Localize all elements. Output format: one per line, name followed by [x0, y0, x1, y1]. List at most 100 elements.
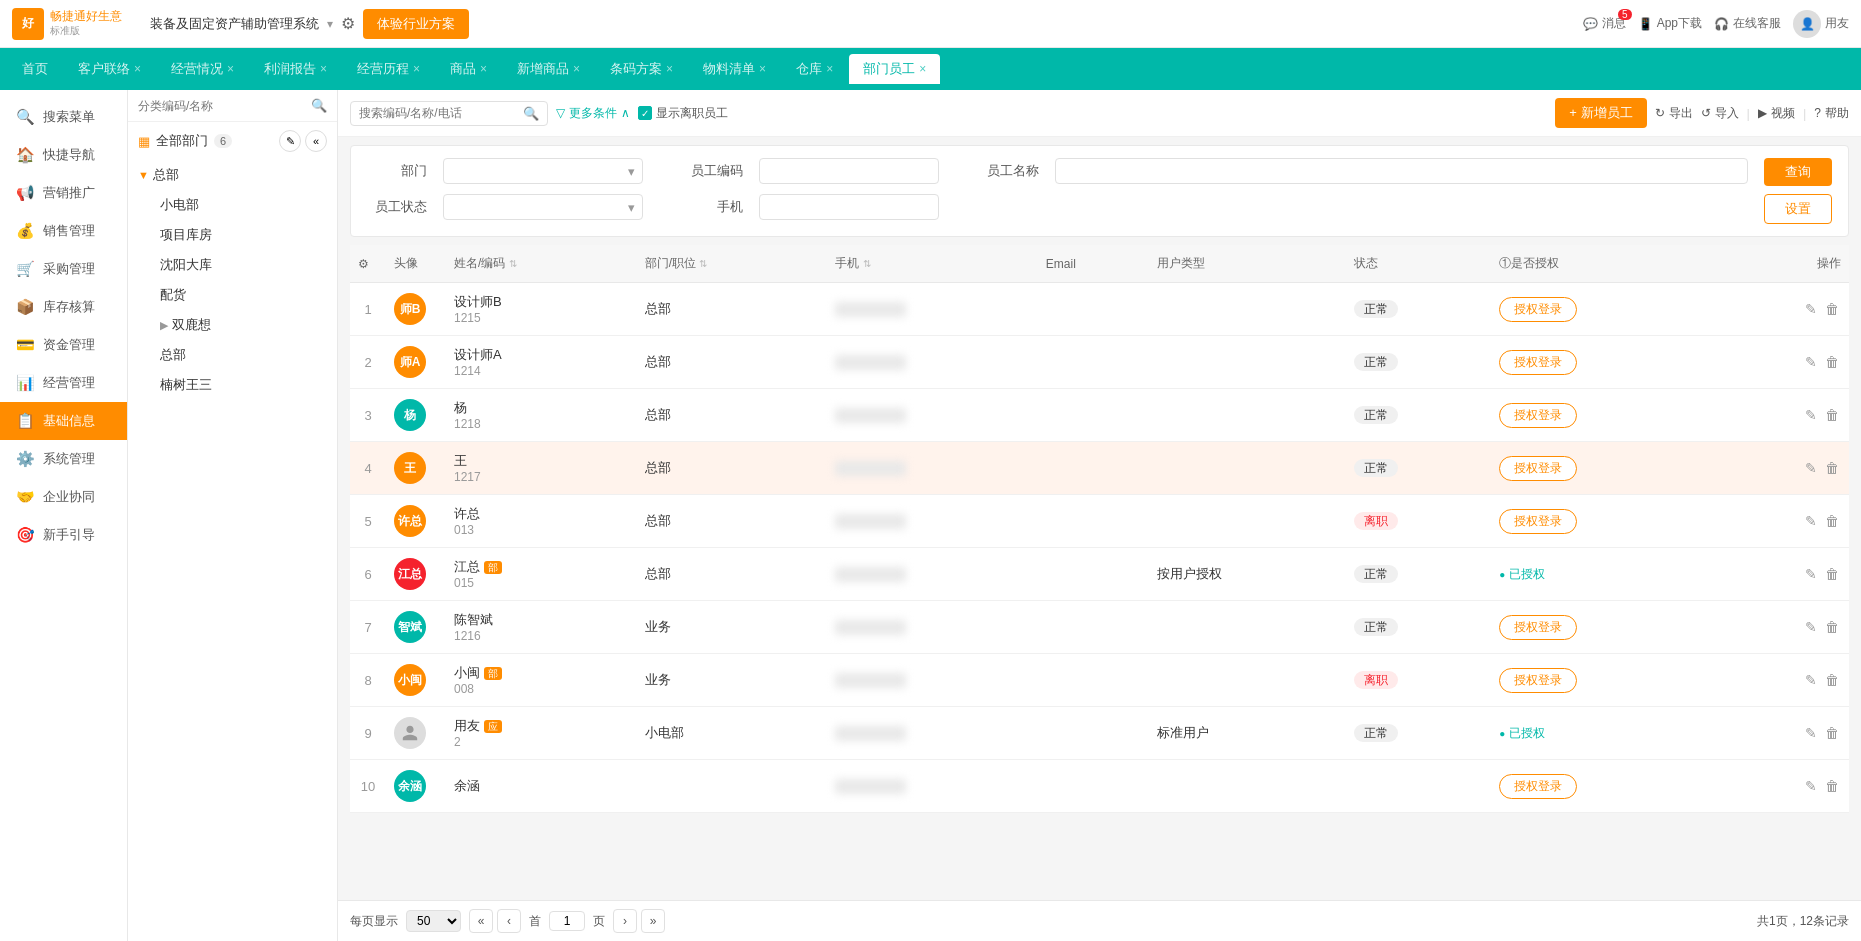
tab-barcode[interactable]: 条码方案×	[596, 54, 687, 84]
dept-item-zongbu[interactable]: 总部	[128, 340, 337, 370]
trial-button[interactable]: 体验行业方案	[363, 9, 469, 39]
close-icon[interactable]: ×	[320, 62, 327, 76]
sidebar-item-marketing[interactable]: 📢 营销推广	[0, 174, 127, 212]
page-number-input[interactable]	[549, 911, 585, 931]
tab-employees[interactable]: 部门员工×	[849, 54, 940, 84]
settings-icon[interactable]: ⚙	[358, 257, 369, 271]
employee-search-input[interactable]	[359, 106, 519, 120]
tab-home[interactable]: 首页	[8, 54, 62, 84]
th-phone[interactable]: 手机 ⇅	[827, 245, 1038, 283]
delete-btn[interactable]: 🗑	[1823, 564, 1841, 584]
delete-btn[interactable]: 🗑	[1823, 776, 1841, 796]
emp-name-input[interactable]	[1055, 158, 1748, 184]
dept-edit-btn[interactable]: ✎	[279, 130, 301, 152]
dept-item-nanshu[interactable]: 楠树王三	[128, 370, 337, 400]
tab-profit[interactable]: 利润报告×	[250, 54, 341, 84]
sidebar-item-purchase[interactable]: 🛒 采购管理	[0, 250, 127, 288]
delete-btn[interactable]: 🗑	[1823, 617, 1841, 637]
more-filters-btn[interactable]: ▽ 更多条件 ∧	[556, 105, 630, 122]
sidebar-item-sales[interactable]: 💰 销售管理	[0, 212, 127, 250]
edit-btn[interactable]: ✎	[1803, 511, 1819, 531]
edit-btn[interactable]: ✎	[1803, 405, 1819, 425]
dept-item-distribution[interactable]: 配货	[128, 280, 337, 310]
auth-btn[interactable]: 授权登录	[1499, 615, 1577, 640]
close-icon[interactable]: ×	[759, 62, 766, 76]
all-depts-label[interactable]: 全部部门	[156, 132, 208, 150]
edit-btn[interactable]: ✎	[1803, 458, 1819, 478]
auth-btn[interactable]: 授权登录	[1499, 509, 1577, 534]
tab-bom[interactable]: 物料清单×	[689, 54, 780, 84]
app-download-button[interactable]: 📱 App下载	[1638, 15, 1702, 32]
edit-btn[interactable]: ✎	[1803, 352, 1819, 372]
sidebar-item-system[interactable]: ⚙️ 系统管理	[0, 440, 127, 478]
sidebar-item-nav[interactable]: 🏠 快捷导航	[0, 136, 127, 174]
setup-button[interactable]: 设置	[1764, 194, 1832, 224]
delete-btn[interactable]: 🗑	[1823, 511, 1841, 531]
sidebar-item-collab[interactable]: 🤝 企业协同	[0, 478, 127, 516]
help-btn[interactable]: ? 帮助	[1814, 105, 1849, 122]
system-dropdown-icon[interactable]: ▾	[327, 17, 333, 31]
close-icon[interactable]: ×	[919, 62, 926, 76]
dept-item-shenyang[interactable]: 沈阳大库	[128, 250, 337, 280]
close-icon[interactable]: ×	[666, 62, 673, 76]
close-icon[interactable]: ×	[134, 62, 141, 76]
emp-status-select[interactable]	[443, 194, 643, 220]
delete-btn[interactable]: 🗑	[1823, 405, 1841, 425]
export-btn[interactable]: ↻ 导出	[1655, 105, 1693, 122]
sidebar-item-search[interactable]: 🔍 搜索菜单	[0, 98, 127, 136]
user-menu[interactable]: 👤 用友	[1793, 10, 1849, 38]
delete-btn[interactable]: 🗑	[1823, 670, 1841, 690]
edit-btn[interactable]: ✎	[1803, 670, 1819, 690]
phone-input[interactable]	[759, 194, 939, 220]
message-button[interactable]: 💬 消息 5	[1583, 15, 1626, 32]
dept-collapse-btn[interactable]: «	[305, 130, 327, 152]
tab-customer[interactable]: 客户联络×	[64, 54, 155, 84]
sidebar-item-finance[interactable]: 💳 资金管理	[0, 326, 127, 364]
auth-btn[interactable]: 授权登录	[1499, 297, 1577, 322]
dept-item-shuangluxiang[interactable]: ▶ 双鹿想	[128, 310, 337, 340]
import-btn[interactable]: ↺ 导入	[1701, 105, 1739, 122]
emp-code-input[interactable]	[759, 158, 939, 184]
close-icon[interactable]: ×	[826, 62, 833, 76]
edit-btn[interactable]: ✎	[1803, 723, 1819, 743]
show-resigned-toggle[interactable]: ✓ 显示离职员工	[638, 105, 728, 122]
th-name[interactable]: 姓名/编码 ⇅	[446, 245, 637, 283]
close-icon[interactable]: ×	[227, 62, 234, 76]
query-button[interactable]: 查询	[1764, 158, 1832, 186]
edit-btn[interactable]: ✎	[1803, 617, 1819, 637]
next-page-btn[interactable]: ›	[613, 909, 637, 933]
auth-btn[interactable]: 授权登录	[1499, 403, 1577, 428]
sidebar-item-operations[interactable]: 📊 经营管理	[0, 364, 127, 402]
first-page-btn[interactable]: «	[469, 909, 493, 933]
auth-btn[interactable]: 授权登录	[1499, 668, 1577, 693]
view-btn[interactable]: ▶ 视频	[1758, 105, 1795, 122]
dept-group-total[interactable]: ▼ 总部	[128, 160, 337, 190]
tab-new-goods[interactable]: 新增商品×	[503, 54, 594, 84]
add-employee-button[interactable]: + 新增员工	[1555, 98, 1646, 128]
prev-page-btn[interactable]: ‹	[497, 909, 521, 933]
gear-icon[interactable]: ⚙	[341, 14, 355, 33]
tab-warehouse[interactable]: 仓库×	[782, 54, 847, 84]
delete-btn[interactable]: 🗑	[1823, 352, 1841, 372]
edit-btn[interactable]: ✎	[1803, 564, 1819, 584]
close-icon[interactable]: ×	[573, 62, 580, 76]
delete-btn[interactable]: 🗑	[1823, 299, 1841, 319]
dept-item-xiaodibu[interactable]: 小电部	[128, 190, 337, 220]
edit-btn[interactable]: ✎	[1803, 299, 1819, 319]
auth-btn[interactable]: 授权登录	[1499, 456, 1577, 481]
dept-search-icon[interactable]: 🔍	[311, 98, 327, 113]
auth-btn[interactable]: 授权登录	[1499, 350, 1577, 375]
auth-btn[interactable]: 授权登录	[1499, 774, 1577, 799]
tab-operations[interactable]: 经营情况×	[157, 54, 248, 84]
sidebar-item-guide[interactable]: 🎯 新手引导	[0, 516, 127, 554]
last-page-btn[interactable]: »	[641, 909, 665, 933]
delete-btn[interactable]: 🗑	[1823, 458, 1841, 478]
dept-search-input[interactable]	[138, 99, 311, 113]
delete-btn[interactable]: 🗑	[1823, 723, 1841, 743]
tab-history[interactable]: 经营历程×	[343, 54, 434, 84]
online-service-button[interactable]: 🎧 在线客服	[1714, 15, 1781, 32]
close-icon[interactable]: ×	[413, 62, 420, 76]
sidebar-item-basic[interactable]: 📋 基础信息	[0, 402, 127, 440]
close-icon[interactable]: ×	[480, 62, 487, 76]
edit-btn[interactable]: ✎	[1803, 776, 1819, 796]
